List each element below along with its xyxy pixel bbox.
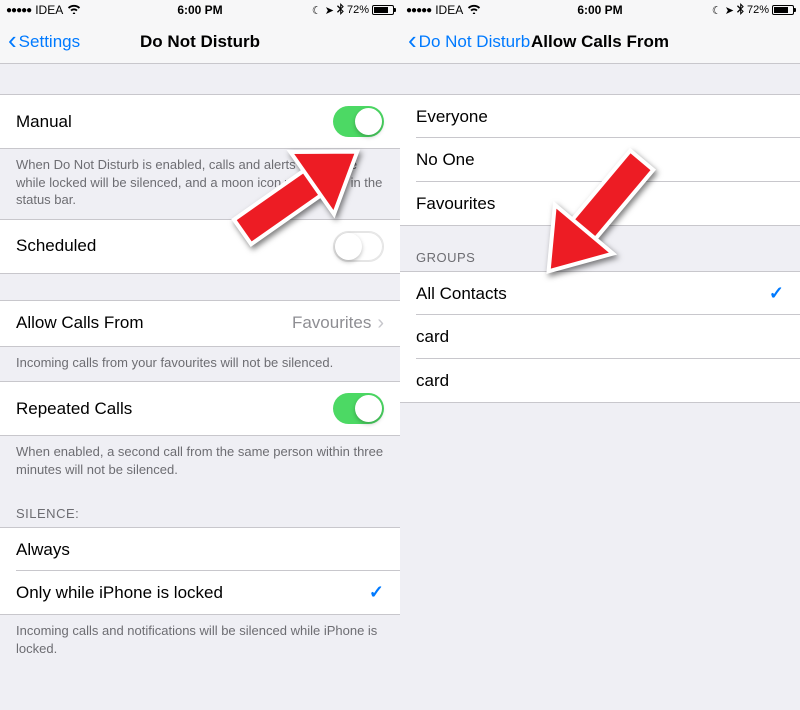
check-icon: ✓	[769, 283, 784, 304]
manual-label: Manual	[16, 112, 333, 132]
repeated-calls-footer: When enabled, a second call from the sam…	[0, 436, 400, 488]
all-contacts-label: All Contacts	[416, 284, 769, 304]
favourites-label: Favourites	[416, 194, 784, 214]
no-one-row[interactable]: No One	[400, 138, 800, 182]
silence-locked-label: Only while iPhone is locked	[16, 583, 369, 603]
silence-footer: Incoming calls and notifications will be…	[0, 615, 400, 667]
all-contacts-row[interactable]: All Contacts ✓	[400, 271, 800, 315]
manual-row[interactable]: Manual	[0, 94, 400, 149]
screen-do-not-disturb: ●●●●● IDEA 6:00 PM ☾ ➤ 72% ‹ Settings Do…	[0, 0, 400, 710]
nav-bar: ‹ Settings Do Not Disturb	[0, 20, 400, 64]
silence-always-label: Always	[16, 540, 384, 560]
manual-toggle[interactable]	[333, 106, 384, 137]
groups-header: GROUPS	[400, 226, 800, 271]
back-label: Settings	[19, 32, 80, 52]
check-icon: ✓	[369, 582, 384, 603]
back-button[interactable]: ‹ Settings	[8, 32, 80, 52]
repeated-calls-toggle[interactable]	[333, 393, 384, 424]
everyone-label: Everyone	[416, 107, 784, 127]
no-one-label: No One	[416, 150, 784, 170]
clock-label: 6:00 PM	[400, 3, 800, 17]
favourites-row[interactable]: Favourites	[400, 182, 800, 226]
battery-icon	[772, 5, 794, 15]
scheduled-toggle[interactable]	[333, 231, 384, 262]
manual-footer: When Do Not Disturb is enabled, calls an…	[0, 149, 400, 219]
allow-calls-row[interactable]: Allow Calls From Favourites ›	[0, 300, 400, 347]
silence-locked-row[interactable]: Only while iPhone is locked ✓	[0, 571, 400, 615]
allow-calls-label: Allow Calls From	[16, 313, 292, 333]
status-bar: ●●●●● IDEA 6:00 PM ☾ ➤ 72%	[0, 0, 400, 20]
chevron-right-icon: ›	[377, 312, 384, 335]
status-bar: ●●●●● IDEA 6:00 PM ☾ ➤ 72%	[400, 0, 800, 20]
repeated-calls-label: Repeated Calls	[16, 399, 333, 419]
back-button[interactable]: ‹ Do Not Disturb	[408, 32, 530, 52]
group-card-label: card	[416, 371, 784, 391]
clock-label: 6:00 PM	[0, 3, 400, 17]
silence-always-row[interactable]: Always	[0, 527, 400, 571]
group-card-row[interactable]: card	[400, 315, 800, 359]
nav-bar: ‹ Do Not Disturb Allow Calls From	[400, 20, 800, 64]
repeated-calls-row[interactable]: Repeated Calls	[0, 381, 400, 436]
back-label: Do Not Disturb	[419, 32, 530, 52]
battery-icon	[372, 5, 394, 15]
screen-allow-calls-from: ●●●●● IDEA 6:00 PM ☾ ➤ 72% ‹ Do Not Dist…	[400, 0, 800, 710]
everyone-row[interactable]: Everyone	[400, 94, 800, 138]
scheduled-row[interactable]: Scheduled	[0, 219, 400, 274]
allow-calls-footer: Incoming calls from your favourites will…	[0, 347, 400, 382]
silence-header: SILENCE:	[0, 488, 400, 527]
group-card-row[interactable]: card	[400, 359, 800, 403]
allow-calls-value: Favourites	[292, 313, 371, 333]
scheduled-label: Scheduled	[16, 236, 333, 256]
group-card-label: card	[416, 327, 784, 347]
